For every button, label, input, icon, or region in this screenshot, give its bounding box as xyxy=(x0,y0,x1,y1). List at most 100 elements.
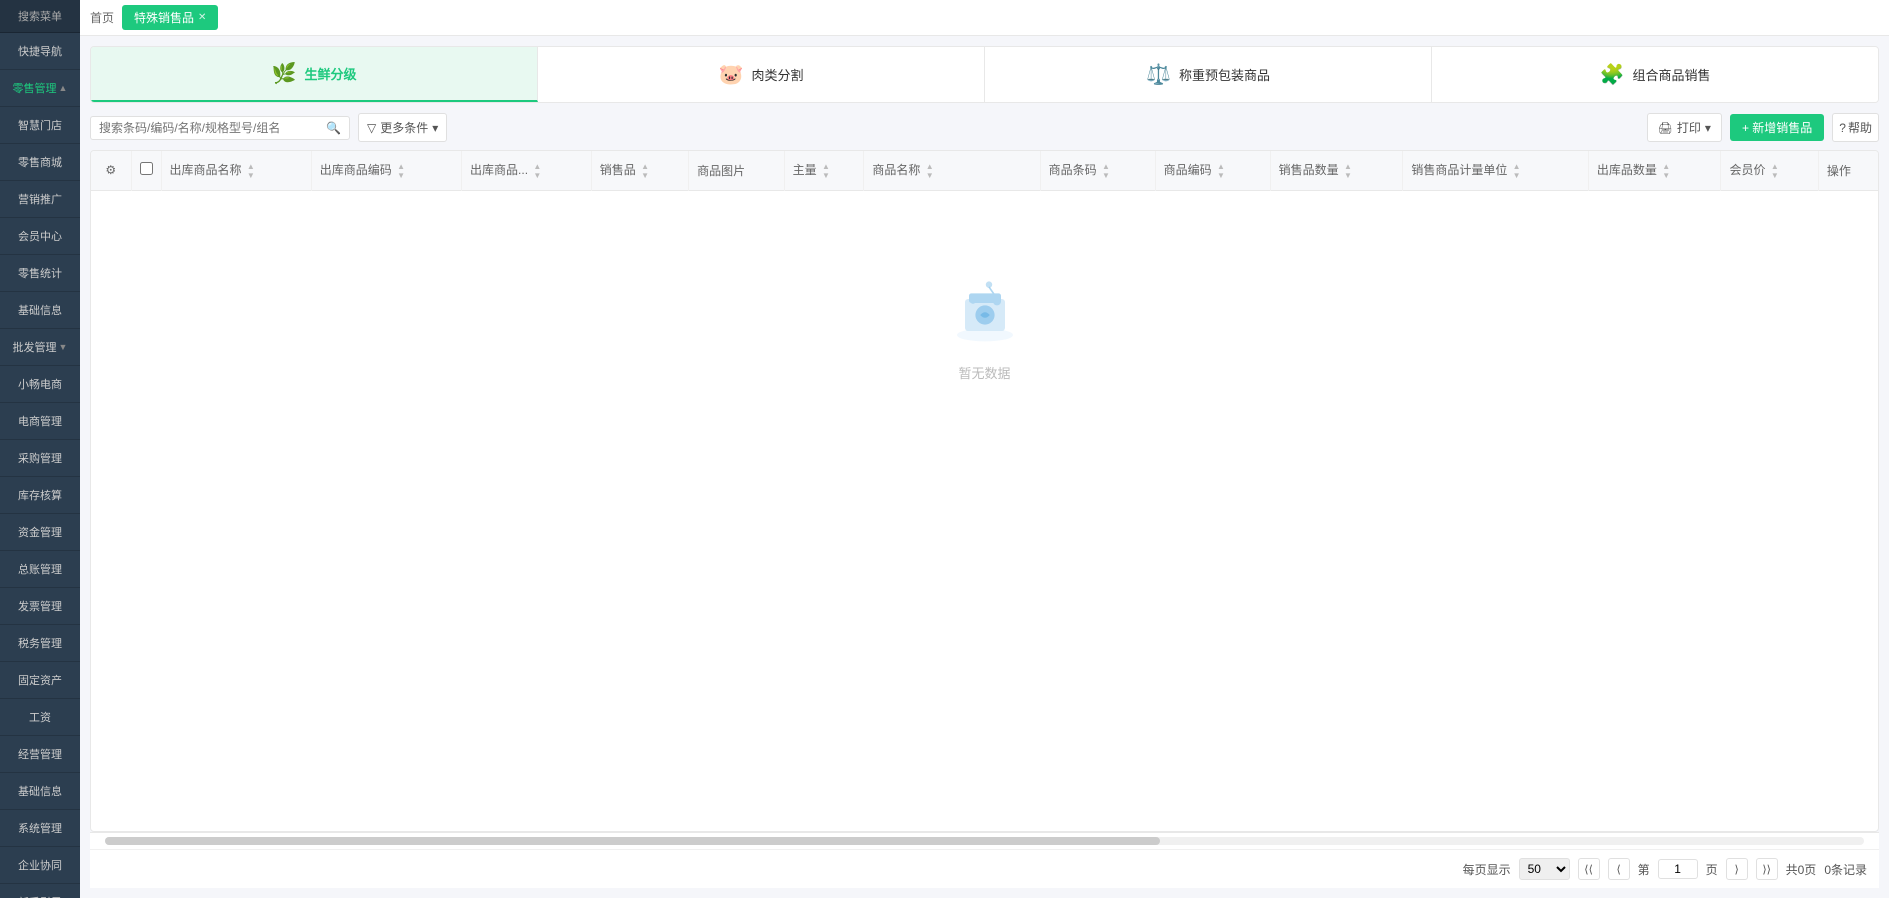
th-out-qty[interactable]: 出库品数量 ▲▼ xyxy=(1588,151,1721,190)
sidebar-item-ecommerce-small[interactable]: 小畅电商 xyxy=(0,366,80,403)
sidebar-item-marketing[interactable]: 营销推广 xyxy=(0,181,80,218)
sort-icon-2: ▲▼ xyxy=(397,162,405,180)
first-page-btn[interactable]: ⟨⟨ xyxy=(1578,858,1600,880)
th-sale-qty[interactable]: 销售品数量 ▲▼ xyxy=(1270,151,1403,190)
page-label: 第 xyxy=(1638,861,1650,878)
sidebar-item-member[interactable]: 会员中心 xyxy=(0,218,80,255)
sort-icon-10: ▲▼ xyxy=(1513,162,1521,180)
th-checkbox[interactable] xyxy=(131,151,161,190)
toolbar-right: 🖨 打印 ▾ + 新增销售品 ? 帮助 xyxy=(1647,113,1879,142)
search-icon[interactable]: 🔍 xyxy=(326,121,341,135)
sort-icon-4: ▲▼ xyxy=(641,162,649,180)
print-icon: 🖨 xyxy=(1658,121,1673,135)
sort-icon: ▲▼ xyxy=(247,162,255,180)
chevron-down-icon: ▾ xyxy=(432,121,438,135)
scale-icon: ⚖️ xyxy=(1146,62,1171,87)
tab-combo[interactable]: 🧩 组合商品销售 xyxy=(1432,47,1878,102)
th-member-price[interactable]: 会员价 ▲▼ xyxy=(1721,151,1818,190)
th-product-code[interactable]: 商品编码 ▲▼ xyxy=(1155,151,1270,190)
th-sale-unit[interactable]: 销售商品计量单位 ▲▼ xyxy=(1403,151,1589,190)
combo-icon: 🧩 xyxy=(1600,62,1625,87)
page-suffix: 页 xyxy=(1706,861,1718,878)
active-tab[interactable]: 特殊销售品 ✕ xyxy=(122,5,218,30)
sidebar-item-retail[interactable]: 零售管理 ▲ xyxy=(0,70,80,107)
sidebar-item-basic-info-2[interactable]: 基础信息 xyxy=(0,773,80,810)
th-out-name[interactable]: 出库商品名称 ▲▼ xyxy=(161,151,311,190)
add-button[interactable]: + 新增销售品 xyxy=(1730,114,1824,141)
sidebar: 搜索菜单 快捷导航 零售管理 ▲ 智慧门店 零售商城 营销推广 会员中心 零售统… xyxy=(0,0,80,898)
scrollbar-thumb[interactable] xyxy=(105,837,1160,845)
sidebar-item-tax[interactable]: 税务管理 xyxy=(0,625,80,662)
last-page-btn[interactable]: ⟩⟩ xyxy=(1756,858,1778,880)
sidebar-item-fixed-assets[interactable]: 固定资产 xyxy=(0,662,80,699)
next-page-btn[interactable]: ⟩ xyxy=(1726,858,1748,880)
th-out-code[interactable]: 出库商品编码 ▲▼ xyxy=(311,151,461,190)
sidebar-item-basic-info-1[interactable]: 基础信息 xyxy=(0,292,80,329)
chevron-icon: ▲ xyxy=(59,83,68,93)
print-button[interactable]: 🖨 打印 ▾ xyxy=(1647,113,1722,142)
th-image[interactable]: 商品图片 xyxy=(689,151,785,190)
tab-scale[interactable]: ⚖️ 称重预包装商品 xyxy=(985,47,1432,102)
tab-meat[interactable]: 🐷 肉类分割 xyxy=(538,47,985,102)
help-button[interactable]: ? 帮助 xyxy=(1832,113,1879,142)
fresh-icon: 🌿 xyxy=(272,61,297,86)
th-main-unit[interactable]: 主量 ▲▼ xyxy=(784,151,864,190)
sidebar-item-finance[interactable]: 资金管理 xyxy=(0,514,80,551)
sidebar-item-ledger[interactable]: 总账管理 xyxy=(0,551,80,588)
sidebar-item-smart-store[interactable]: 智慧门店 xyxy=(0,107,80,144)
per-page-select[interactable]: 20 50 100 xyxy=(1519,858,1570,880)
main-content: 首页 特殊销售品 ✕ 🌿 生鲜分级 🐷 肉类分割 ⚖️ 称重预包装商品 🧩 组合… xyxy=(80,0,1889,898)
sidebar-item-purchase[interactable]: 采购管理 xyxy=(0,440,80,477)
total-count: 0条记录 xyxy=(1824,861,1867,878)
sidebar-item-retail-stats[interactable]: 零售统计 xyxy=(0,255,80,292)
category-tabs: 🌿 生鲜分级 🐷 肉类分割 ⚖️ 称重预包装商品 🧩 组合商品销售 xyxy=(90,46,1879,103)
sidebar-search[interactable]: 搜索菜单 xyxy=(0,0,80,33)
th-out-spec[interactable]: 出库商品... ▲▼ xyxy=(462,151,592,190)
filter-button[interactable]: ▽ 更多条件 ▾ xyxy=(358,113,447,142)
topbar: 首页 特殊销售品 ✕ xyxy=(80,0,1889,36)
empty-state: 暂无数据 xyxy=(91,191,1878,462)
search-box[interactable]: 🔍 xyxy=(90,116,350,140)
sidebar-item-wholesale[interactable]: 批发管理 ▼ xyxy=(0,329,80,366)
th-settings[interactable]: ⚙ xyxy=(91,151,131,190)
sort-icon-5: ▲▼ xyxy=(822,162,830,180)
page-content: 🌿 生鲜分级 🐷 肉类分割 ⚖️ 称重预包装商品 🧩 组合商品销售 🔍 xyxy=(80,36,1889,898)
bottom-bar: 每页显示 20 50 100 ⟨⟨ ⟨ 第 页 ⟩ ⟩⟩ 共0页 0条记录 xyxy=(90,832,1879,888)
prev-page-btn[interactable]: ⟨ xyxy=(1608,858,1630,880)
sort-icon-8: ▲▼ xyxy=(1217,162,1225,180)
filter-icon: ▽ xyxy=(367,121,376,135)
sidebar-item-ecommerce-mgmt[interactable]: 电商管理 xyxy=(0,403,80,440)
sidebar-item-retail-mall[interactable]: 零售商城 xyxy=(0,144,80,181)
chevron-icon-2: ▼ xyxy=(59,342,68,352)
sidebar-item-invoice[interactable]: 发票管理 xyxy=(0,588,80,625)
total-pages: 共0页 xyxy=(1786,861,1817,878)
meat-icon: 🐷 xyxy=(719,62,744,87)
home-link[interactable]: 首页 xyxy=(90,9,114,26)
sort-icon-6: ▲▼ xyxy=(926,162,934,180)
sidebar-item-quick-nav[interactable]: 快捷导航 xyxy=(0,33,80,70)
sidebar-item-operation[interactable]: 经营管理 xyxy=(0,736,80,773)
search-input[interactable] xyxy=(99,121,322,135)
toolbar-left: 🔍 ▽ 更多条件 ▾ xyxy=(90,113,447,142)
sort-icon-9: ▲▼ xyxy=(1344,162,1352,180)
th-product-name[interactable]: 商品名称 ▲▼ xyxy=(864,151,1040,190)
select-all-checkbox[interactable] xyxy=(140,162,153,175)
sort-icon-7: ▲▼ xyxy=(1102,162,1110,180)
sort-icon-3: ▲▼ xyxy=(533,162,541,180)
horizontal-scrollbar[interactable] xyxy=(105,837,1864,845)
tab-fresh[interactable]: 🌿 生鲜分级 xyxy=(91,47,538,102)
pagination: 每页显示 20 50 100 ⟨⟨ ⟨ 第 页 ⟩ ⟩⟩ 共0页 0条记录 xyxy=(90,849,1879,888)
page-input[interactable] xyxy=(1658,859,1698,879)
th-sale-item[interactable]: 销售品 ▲▼ xyxy=(591,151,688,190)
sidebar-item-guide[interactable]: 新手引导 xyxy=(0,884,80,898)
print-chevron-icon: ▾ xyxy=(1705,121,1711,135)
th-barcode[interactable]: 商品条码 ▲▼ xyxy=(1040,151,1155,190)
sidebar-item-payroll[interactable]: 工资 xyxy=(0,699,80,736)
sidebar-item-system[interactable]: 系统管理 xyxy=(0,810,80,847)
sort-icon-11: ▲▼ xyxy=(1662,162,1670,180)
sidebar-item-enterprise[interactable]: 企业协同 xyxy=(0,847,80,884)
close-tab-icon[interactable]: ✕ xyxy=(198,12,206,23)
help-icon: ? xyxy=(1839,121,1846,135)
toolbar: 🔍 ▽ 更多条件 ▾ 🖨 打印 ▾ + 新增销售品 ? xyxy=(90,113,1879,142)
sidebar-item-inventory[interactable]: 库存核算 xyxy=(0,477,80,514)
